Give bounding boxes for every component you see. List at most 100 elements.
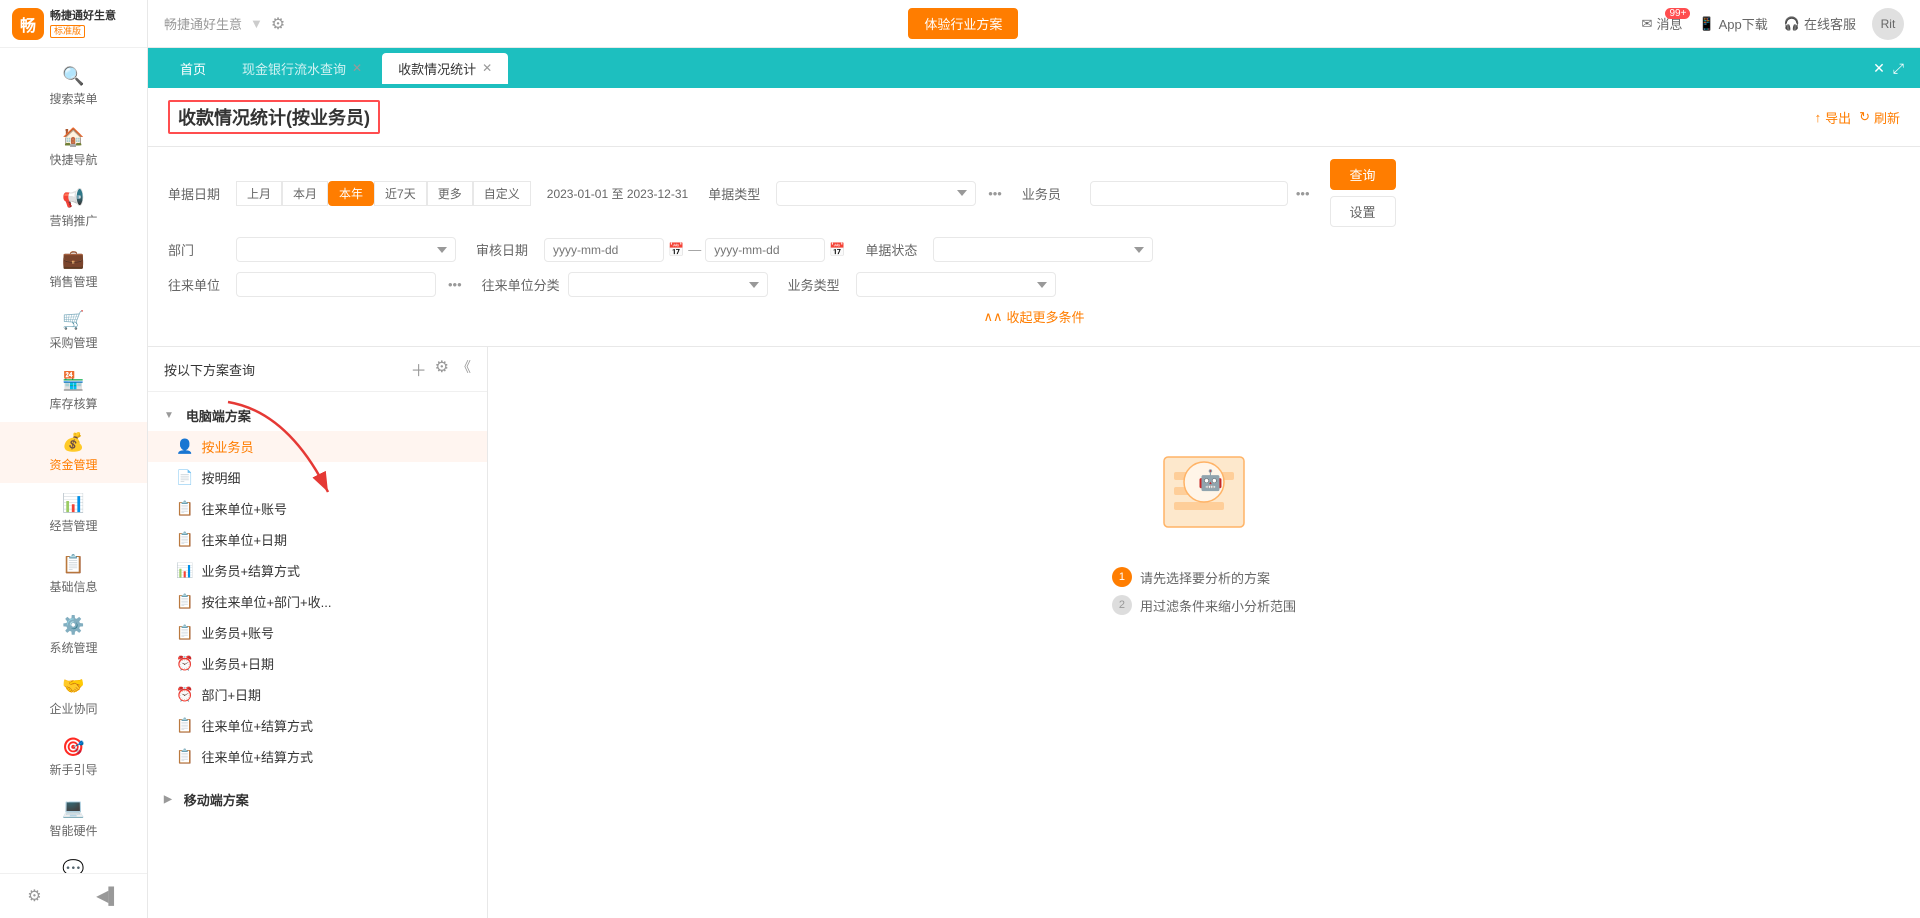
collapse-left-icon[interactable]: 《 xyxy=(457,357,471,381)
tab-cashflow-close[interactable]: ✕ xyxy=(352,61,362,75)
partner-category-select[interactable] xyxy=(568,272,768,297)
left-panel-actions: ＋ ⚙ 《 xyxy=(411,357,471,381)
hardware-icon: 💻 xyxy=(62,798,84,819)
guide-icon: 🎯 xyxy=(62,737,84,758)
window-controls: ✕ ⤢ xyxy=(1873,60,1904,77)
scheme-partner-date[interactable]: 📋 往来单位+日期 xyxy=(148,524,487,555)
phone-icon: 📱 xyxy=(1698,16,1714,32)
app-download-btn[interactable]: 📱 App下载 xyxy=(1698,14,1767,33)
calendar-to-icon[interactable]: 📅 xyxy=(829,242,845,258)
date-tab-this-year[interactable]: 本年 xyxy=(328,181,374,206)
window-expand-icon[interactable]: ⤢ xyxy=(1893,60,1904,77)
doc-type-select[interactable] xyxy=(776,181,976,206)
empty-state: 🤖 1 请先选择要分析的方案 2 用过滤条件来缩小分析范围 xyxy=(488,347,1920,918)
collapse-sidebar-icon[interactable]: ◀▌ xyxy=(96,886,120,906)
desktop-scheme-label: 电脑端方案 xyxy=(186,406,251,425)
partner-date-icon: 📋 xyxy=(176,531,193,548)
sidebar-item-finance[interactable]: 💰 资金管理 xyxy=(0,422,147,483)
refresh-btn[interactable]: ↻ 刷新 xyxy=(1859,108,1900,127)
topbar-gear-icon[interactable]: ⚙ xyxy=(271,14,285,34)
tab-receipt-stats[interactable]: 收款情况统计 ✕ xyxy=(382,53,508,84)
filter-actions: 查询 设置 xyxy=(1330,159,1396,227)
filter-panel: 单据日期 上月 本月 本年 近7天 更多 自定义 2023-01-01 至 20… xyxy=(148,147,1920,347)
trial-btn[interactable]: 体验行业方案 xyxy=(908,8,1018,39)
biz-type-select[interactable] xyxy=(856,272,1056,297)
partner-more-icon[interactable]: ••• xyxy=(448,277,462,292)
main-area: 畅捷通好生意 ▼ ⚙ 体验行业方案 ✉ 消息 99+ 📱 App下载 🎧 在线客… xyxy=(148,0,1920,918)
tab-home[interactable]: 首页 xyxy=(164,53,222,84)
export-btn[interactable]: ↑ 导出 xyxy=(1815,108,1852,127)
right-panel: 🤖 1 请先选择要分析的方案 2 用过滤条件来缩小分析范围 xyxy=(488,347,1920,918)
tab-receipt-stats-close[interactable]: ✕ xyxy=(482,61,492,75)
doc-status-select[interactable] xyxy=(933,237,1153,262)
date-tabs: 上月 本月 本年 近7天 更多 自定义 xyxy=(236,181,531,206)
mobile-arrow-icon: ▶ xyxy=(164,794,172,805)
sidebar-item-operation[interactable]: 📊 经营管理 xyxy=(0,483,147,544)
sidebar-item-warehouse[interactable]: 🏪 库存核算 xyxy=(0,361,147,422)
date-tab-last-month[interactable]: 上月 xyxy=(236,181,282,206)
scheme-by-sales[interactable]: 👤 按业务员 xyxy=(148,431,487,462)
filter-row-1: 单据日期 上月 本月 本年 近7天 更多 自定义 2023-01-01 至 20… xyxy=(168,159,1900,227)
settings-btn[interactable]: 设置 xyxy=(1330,196,1396,227)
sidebar-item-cooperation[interactable]: 🤝 企业协同 xyxy=(0,666,147,727)
dept-select[interactable] xyxy=(236,237,456,262)
partner-account-icon: 📋 xyxy=(176,500,193,517)
date-tab-custom[interactable]: 自定义 xyxy=(473,181,531,206)
category-arrow-icon: ▼ xyxy=(164,410,174,421)
sales-icon: 💼 xyxy=(62,249,84,270)
dept-date-icon: ⏰ xyxy=(176,686,193,703)
sidebar-item-wechat[interactable]: 💬 企业微信 xyxy=(0,849,147,873)
review-date-to[interactable] xyxy=(705,238,825,262)
filter-row-2: 部门 审核日期 📅 — 📅 单据状态 xyxy=(168,237,1900,262)
add-scheme-icon[interactable]: ＋ xyxy=(411,357,427,381)
sidebar-item-purchase[interactable]: 🛒 采购管理 xyxy=(0,300,147,361)
date-tab-this-month[interactable]: 本月 xyxy=(282,181,328,206)
online-service-btn[interactable]: 🎧 在线客服 xyxy=(1784,14,1856,33)
scheme-dept-date[interactable]: ⏰ 部门+日期 xyxy=(148,679,487,710)
scheme-partner-account[interactable]: 📋 往来单位+账号 xyxy=(148,493,487,524)
tab-cashflow[interactable]: 现金银行流水查询 ✕ xyxy=(226,53,378,84)
topbar-breadcrumb: 畅捷通好生意 xyxy=(164,14,242,33)
scheme-partner-settlement2[interactable]: 📋 往来单位+结算方式 xyxy=(148,741,487,772)
sidebar-item-guide[interactable]: 🎯 新手引导 xyxy=(0,727,147,788)
sales-rep-more-icon[interactable]: ••• xyxy=(1296,186,1310,201)
sidebar-item-marketing[interactable]: 📢 营销推广 xyxy=(0,178,147,239)
scheme-by-partner-dept[interactable]: 📋 按往来单位+部门+收... xyxy=(148,586,487,617)
headset-icon: 🎧 xyxy=(1784,16,1800,32)
sidebar-item-quick-nav[interactable]: 🏠 快捷导航 xyxy=(0,117,147,178)
svg-text:🤖: 🤖 xyxy=(1198,468,1223,492)
scheme-settings-icon[interactable]: ⚙ xyxy=(435,357,449,381)
filter-row-3: 往来单位 ••• 往来单位分类 业务类型 xyxy=(168,272,1900,297)
step-2-num: 2 xyxy=(1112,595,1132,615)
query-btn[interactable]: 查询 xyxy=(1330,159,1396,190)
sidebar-item-sales[interactable]: 💼 销售管理 xyxy=(0,239,147,300)
date-tab-more[interactable]: 更多 xyxy=(427,181,473,206)
date-tab-7days[interactable]: 近7天 xyxy=(374,181,427,206)
partner-label: 往来单位 xyxy=(168,275,228,294)
sidebar-item-system[interactable]: ⚙️ 系统管理 xyxy=(0,605,147,666)
calendar-from-icon[interactable]: 📅 xyxy=(668,242,684,258)
doc-type-more-icon[interactable]: ••• xyxy=(988,186,1002,201)
sidebar-item-basic[interactable]: 📋 基础信息 xyxy=(0,544,147,605)
sidebar-item-hardware[interactable]: 💻 智能硬件 xyxy=(0,788,147,849)
empty-steps: 1 请先选择要分析的方案 2 用过滤条件来缩小分析范围 xyxy=(1112,567,1296,623)
filter-sales-rep-item: 业务员 ••• xyxy=(1022,181,1310,206)
sidebar-item-search[interactable]: 🔍 搜索菜单 xyxy=(0,56,147,117)
filter-partner-item: 往来单位 ••• xyxy=(168,272,462,297)
collapse-filter-btn[interactable]: ∧∧ 收起更多条件 xyxy=(168,307,1900,326)
settings-bottom-icon[interactable]: ⚙ xyxy=(27,886,41,906)
page-header: 收款情况统计(按业务员) ↑ 导出 ↻ 刷新 xyxy=(148,88,1920,147)
scheme-by-detail[interactable]: 📄 按明细 xyxy=(148,462,487,493)
scheme-sales-date[interactable]: ⏰ 业务员+日期 xyxy=(148,648,487,679)
purchase-icon: 🛒 xyxy=(62,310,84,331)
partner-input[interactable] xyxy=(236,272,436,297)
scheme-sales-settlement[interactable]: 📊 业务员+结算方式 xyxy=(148,555,487,586)
sales-rep-input[interactable] xyxy=(1090,181,1288,206)
scheme-partner-settlement1[interactable]: 📋 往来单位+结算方式 xyxy=(148,710,487,741)
review-date-from[interactable] xyxy=(544,238,664,262)
user-avatar[interactable]: Rit xyxy=(1872,8,1904,40)
scheme-sales-account[interactable]: 📋 业务员+账号 xyxy=(148,617,487,648)
message-btn[interactable]: ✉ 消息 99+ xyxy=(1642,14,1683,33)
content-area: 收款情况统计(按业务员) ↑ 导出 ↻ 刷新 单据日期 上月 xyxy=(148,88,1920,918)
window-close-icon[interactable]: ✕ xyxy=(1873,60,1885,77)
